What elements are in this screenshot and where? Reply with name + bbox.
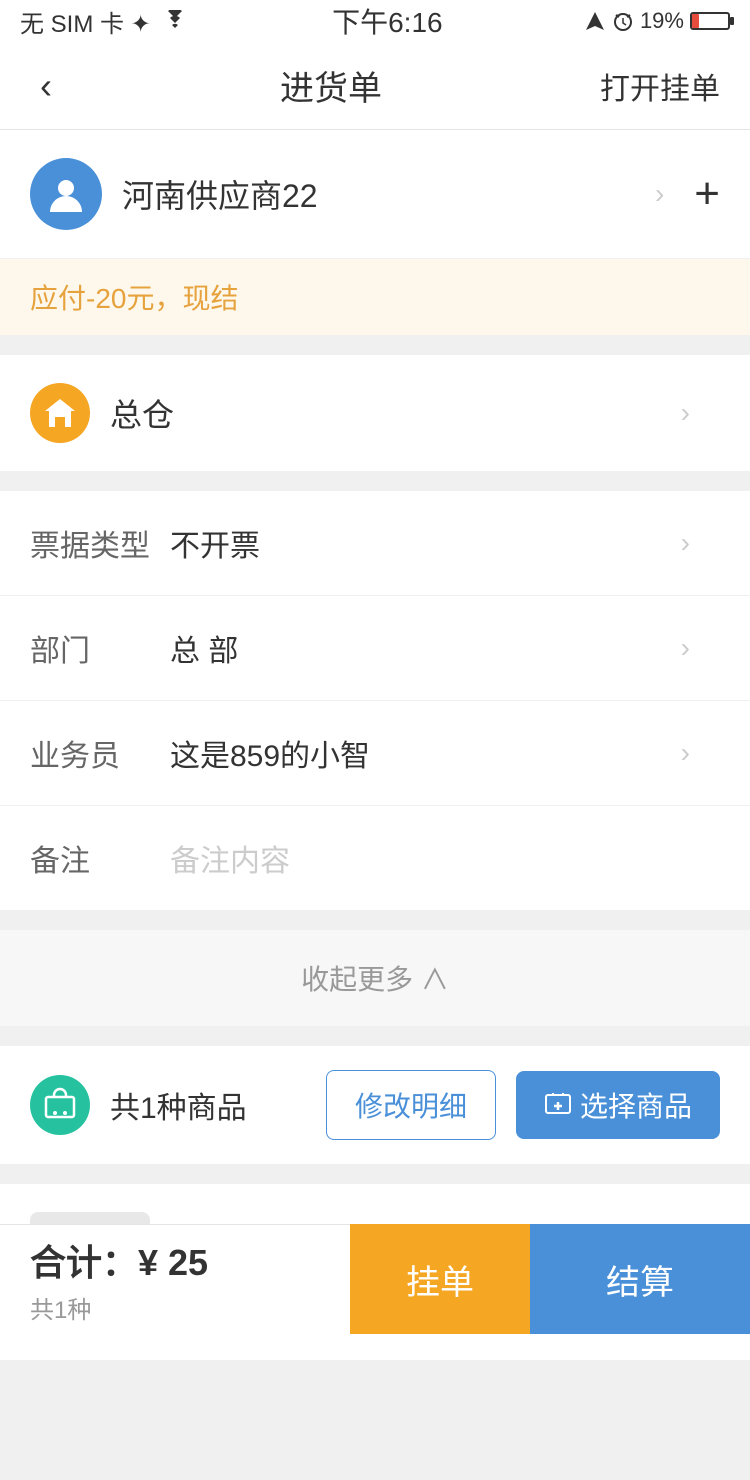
supplier-chevron-icon: › [655, 178, 664, 210]
footer: 合计：¥ 25 共1种 挂单 结算 [0, 1224, 750, 1334]
settle-button[interactable]: 结算 [530, 1224, 750, 1334]
products-count: 共1种商品 [110, 1083, 306, 1127]
status-time: 下午6:16 [332, 1, 443, 41]
remark-label: 备注 [30, 836, 170, 880]
collapse-bar[interactable]: 收起更多 ∧ [0, 930, 750, 1026]
total-sub: 共1种 [30, 1290, 320, 1325]
dept-value: 总 部 [170, 626, 681, 670]
status-left: 无 SIM 卡 ✦ [20, 4, 191, 39]
nav-bar: ‹ 进货单 打开挂单 [0, 42, 750, 130]
dept-chevron-icon: › [681, 632, 690, 664]
add-button[interactable]: + [694, 172, 720, 216]
total-value: ¥ 25 [138, 1242, 208, 1283]
notice-text: 应付-20元，现结 [30, 283, 238, 314]
sales-row[interactable]: 业务员 这是859的小智 › [0, 701, 750, 806]
cart-icon [42, 1087, 78, 1123]
remark-row[interactable]: 备注 备注内容 [0, 806, 750, 910]
products-section: 共1种商品 修改明细 选择商品 [0, 1046, 750, 1164]
settle-label: 结算 [606, 1255, 674, 1304]
alarm-icon [612, 10, 634, 32]
open-pending-button[interactable]: 打开挂单 [600, 64, 720, 108]
status-bar: 无 SIM 卡 ✦ 下午6:16 19% [0, 0, 750, 42]
sales-label: 业务员 [30, 731, 170, 775]
total-main: 合计：¥ 25 [30, 1234, 320, 1286]
warehouse-chevron-icon: › [681, 397, 690, 429]
house-icon [42, 395, 78, 431]
footer-total: 合计：¥ 25 共1种 [0, 1224, 350, 1334]
sim-label: 无 SIM 卡 ✦ [20, 4, 151, 39]
battery-icon [690, 12, 730, 30]
back-button[interactable]: ‹ [30, 55, 62, 117]
battery-percent: 19% [640, 8, 684, 34]
dept-label: 部门 [30, 626, 170, 670]
total-label: 合计： [30, 1242, 138, 1283]
remark-input[interactable]: 备注内容 [170, 836, 720, 880]
form-section: 票据类型 不开票 › 部门 总 部 › 业务员 这是859的小智 › 备注 备注… [0, 491, 750, 910]
supplier-row[interactable]: 河南供应商22 › + [0, 130, 750, 259]
location-icon [584, 10, 606, 32]
edit-detail-button[interactable]: 修改明细 [326, 1070, 496, 1140]
collapse-label: 收起更多 ∧ [301, 964, 449, 995]
invoice-value: 不开票 [170, 521, 681, 565]
warehouse-name: 总仓 [110, 390, 681, 436]
select-product-icon [544, 1093, 572, 1117]
pending-label: 挂单 [406, 1255, 474, 1304]
products-header: 共1种商品 修改明细 选择商品 [0, 1046, 750, 1164]
select-product-label: 选择商品 [580, 1085, 692, 1125]
supplier-avatar [30, 158, 102, 230]
supplier-section: 河南供应商22 › + 应付-20元，现结 [0, 130, 750, 335]
sales-chevron-icon: › [681, 737, 690, 769]
person-icon [44, 172, 88, 216]
select-product-button[interactable]: 选择商品 [516, 1071, 720, 1139]
invoice-label: 票据类型 [30, 521, 170, 565]
invoice-row[interactable]: 票据类型 不开票 › [0, 491, 750, 596]
wifi-icon [159, 10, 191, 32]
warehouse-row[interactable]: 总仓 › [0, 355, 750, 471]
sales-value: 这是859的小智 [170, 731, 681, 775]
dept-row[interactable]: 部门 总 部 › [0, 596, 750, 701]
pending-button[interactable]: 挂单 [350, 1224, 530, 1334]
page-title: 进货单 [280, 61, 382, 110]
status-right: 19% [584, 8, 730, 34]
warehouse-section: 总仓 › [0, 355, 750, 471]
products-icon [30, 1075, 90, 1135]
notice-bar: 应付-20元，现结 [0, 259, 750, 335]
invoice-chevron-icon: › [681, 527, 690, 559]
supplier-name: 河南供应商22 [122, 171, 655, 217]
warehouse-icon [30, 383, 90, 443]
